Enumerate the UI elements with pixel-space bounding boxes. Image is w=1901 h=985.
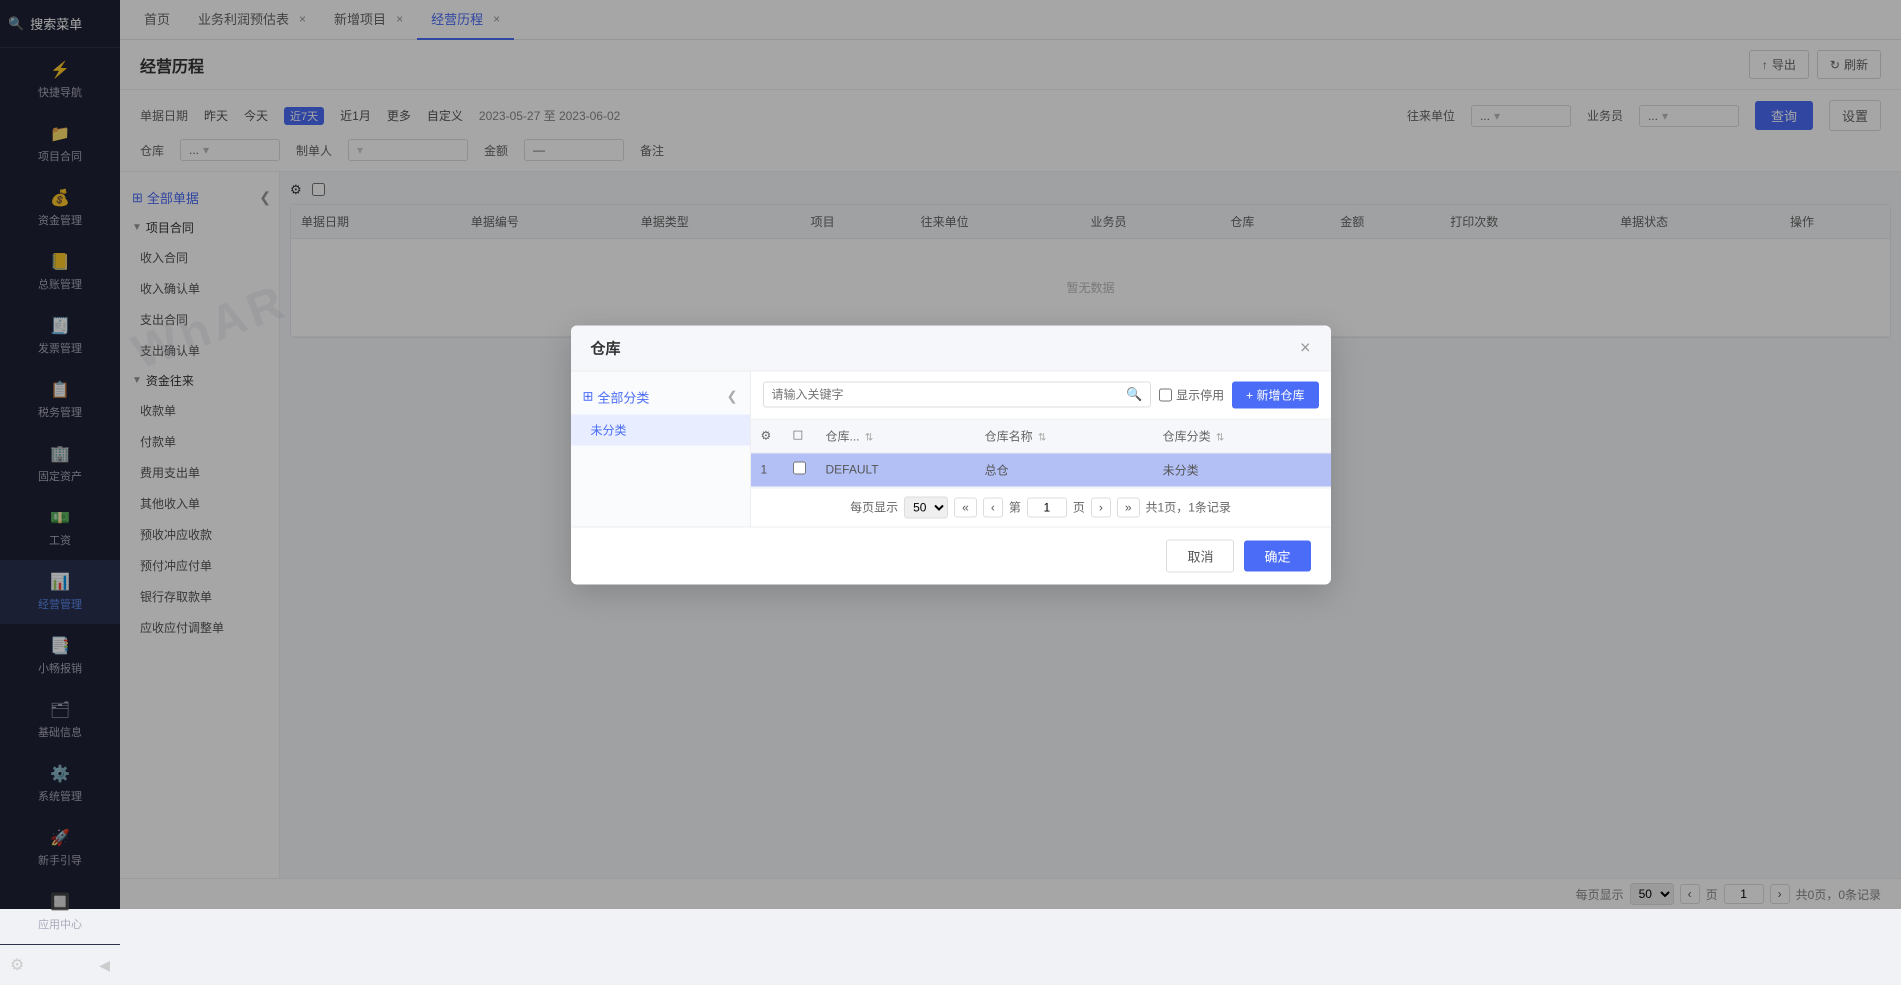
show-disabled-check[interactable] <box>1159 388 1172 401</box>
col-warehouse-id[interactable]: 仓库... ⇅ <box>816 419 975 453</box>
modal-collapse-btn[interactable]: ❮ <box>727 389 738 405</box>
sort-icon-cat: ⇅ <box>1216 432 1224 443</box>
modal-footer: 取消 确定 <box>571 526 1331 584</box>
modal-next-btn[interactable]: › <box>1091 497 1111 517</box>
modal-title: 仓库 <box>591 337 621 358</box>
col-warehouse-category[interactable]: 仓库分类 ⇅ <box>1153 419 1331 453</box>
modal-table-row[interactable]: 1 DEFAULT 总仓 未分类 <box>751 453 1331 487</box>
row-code: DEFAULT <box>816 453 975 487</box>
modal-prev-btn[interactable]: ‹ <box>983 497 1003 517</box>
sort-icon-id: ⇅ <box>865 432 873 443</box>
modal-table-header: ⚙ ☐ 仓库... ⇅ 仓库名称 ⇅ 仓库分类 <box>751 419 1331 453</box>
modal-first-btn[interactable]: « <box>954 497 977 517</box>
col-checkbox: ☐ <box>783 419 816 453</box>
modal-all-category[interactable]: ⊞ 全部分类 ❮ <box>571 379 750 414</box>
confirm-button[interactable]: 确定 <box>1244 540 1310 571</box>
modal-toolbar: 🔍 显示停用 + 新增仓库 <box>751 371 1331 419</box>
row-name: 总仓 <box>975 453 1153 487</box>
modal-last-btn[interactable]: » <box>1117 497 1140 517</box>
modal-body: ⊞ 全部分类 ❮ 未分类 🔍 显示停用 + 新增仓库 <box>571 371 1331 526</box>
modal-category-unclassified[interactable]: 未分类 <box>571 414 750 445</box>
modal-category-panel: ⊞ 全部分类 ❮ 未分类 <box>571 371 751 526</box>
col-gear: ⚙ <box>751 419 783 453</box>
add-warehouse-button[interactable]: + 新增仓库 <box>1232 381 1318 408</box>
modal-table: ⚙ ☐ 仓库... ⇅ 仓库名称 ⇅ 仓库分类 <box>751 419 1331 487</box>
row-category: 未分类 <box>1153 453 1331 487</box>
modal-page-input[interactable] <box>1027 497 1067 517</box>
modal-pagination: 每页显示 50 « ‹ 第 页 › » 共1页，1条记录 <box>751 487 1331 526</box>
modal-table-wrap: ⚙ ☐ 仓库... ⇅ 仓库名称 ⇅ 仓库分类 <box>751 419 1331 487</box>
cancel-button[interactable]: 取消 <box>1166 539 1234 572</box>
modal-search-icon: 🔍 <box>1126 387 1142 403</box>
modal-search-box: 🔍 <box>763 382 1152 408</box>
show-disabled-checkbox[interactable]: 显示停用 <box>1159 386 1224 403</box>
modal-page-size-select[interactable]: 50 <box>904 496 948 518</box>
collapse-icon[interactable]: ◀ <box>99 957 110 974</box>
modal-header: 仓库 × <box>571 325 1331 371</box>
sort-icon-name: ⇅ <box>1038 432 1046 443</box>
grid-icon-modal: ⊞ <box>583 389 594 405</box>
sidebar-footer: ⚙ ◀ <box>0 944 120 985</box>
settings-icon[interactable]: ⚙ <box>10 955 24 975</box>
col-warehouse-name[interactable]: 仓库名称 ⇅ <box>975 419 1153 453</box>
row-checkbox[interactable] <box>783 453 816 487</box>
warehouse-modal: 仓库 × ⊞ 全部分类 ❮ 未分类 🔍 显示停用 + <box>571 325 1331 584</box>
modal-search-input[interactable] <box>772 388 1120 402</box>
modal-table-panel: 🔍 显示停用 + 新增仓库 ⚙ ☐ 仓库... <box>751 371 1331 526</box>
modal-close-button[interactable]: × <box>1300 337 1311 358</box>
row-index: 1 <box>751 453 783 487</box>
